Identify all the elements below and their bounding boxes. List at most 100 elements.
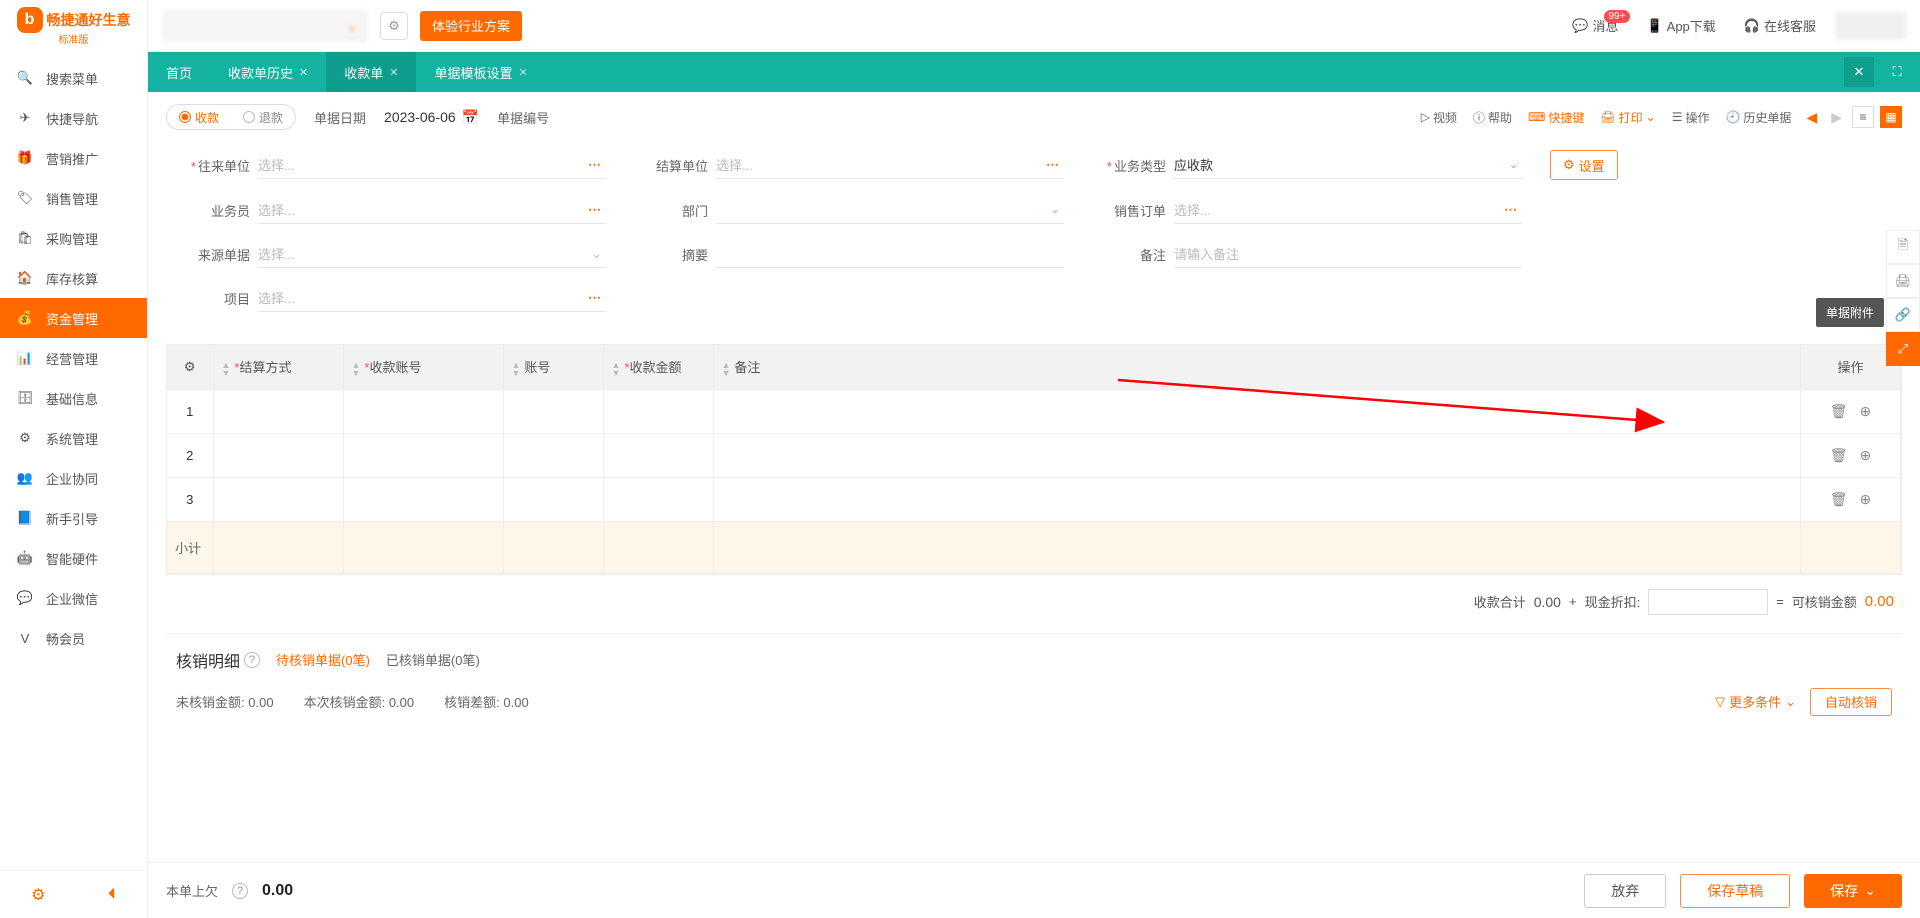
help-icon[interactable]: ? bbox=[244, 652, 260, 668]
gear-icon: ⚙ bbox=[16, 429, 34, 447]
chat-icon: 💬 bbox=[1572, 18, 1588, 34]
settings-icon[interactable]: ⚙ bbox=[31, 885, 45, 905]
operate-tool[interactable]: ☰操作 bbox=[1667, 109, 1715, 126]
wechat-icon: 💬 bbox=[16, 589, 34, 607]
tab-0[interactable]: 首页 bbox=[148, 52, 210, 92]
sidebar-item-wechat[interactable]: 💬企业微信 bbox=[0, 578, 147, 618]
rail-attachment-icon[interactable]: 🔗 bbox=[1886, 298, 1920, 332]
writeoff-tab-pending[interactable]: 待核销单据(0笔) bbox=[276, 650, 370, 669]
sidebar-item-search[interactable]: 🔍搜索菜单 bbox=[0, 58, 147, 98]
industry-cta-button[interactable]: 体验行业方案 bbox=[420, 11, 522, 41]
home-icon: 🏠 bbox=[16, 269, 34, 287]
history-tool[interactable]: 🕘历史单据 bbox=[1720, 109, 1796, 126]
org-selector[interactable]: ⌄ bbox=[162, 10, 368, 42]
sidebar-item-team[interactable]: 👥企业协同 bbox=[0, 458, 147, 498]
tab-2[interactable]: 收款单✕ bbox=[326, 52, 416, 92]
user-block[interactable] bbox=[1836, 12, 1906, 40]
col-remark[interactable]: ▲▼备注 bbox=[713, 345, 1801, 389]
department-select[interactable]: ⌄ bbox=[716, 196, 1064, 224]
field-salesman: 业务员 选择...⋯ bbox=[176, 196, 606, 224]
table-row[interactable]: 2🗑⊕ bbox=[167, 433, 1901, 477]
sidebar-item-label: 经营管理 bbox=[46, 349, 98, 368]
seg-refund[interactable]: 退款 bbox=[231, 105, 295, 129]
remark-input[interactable]: 请输入备注 bbox=[1174, 240, 1522, 268]
sidebar-item-chart[interactable]: 📊经营管理 bbox=[0, 338, 147, 378]
settings-button[interactable]: ⚙设置 bbox=[1550, 150, 1618, 180]
prev-doc-arrow[interactable]: ◀ bbox=[1802, 109, 1821, 126]
list-icon: ☰ bbox=[1672, 110, 1683, 124]
sidebar-item-nav[interactable]: ✈快捷导航 bbox=[0, 98, 147, 138]
hotkey-tool[interactable]: ⌨快捷键 bbox=[1523, 109, 1589, 126]
more-conditions-link[interactable]: ▽更多条件⌄ bbox=[1715, 692, 1796, 711]
partner-input[interactable]: 选择...⋯ bbox=[258, 151, 606, 179]
help-tool[interactable]: ⓘ帮助 bbox=[1468, 109, 1517, 126]
delete-icon[interactable]: 🗑 bbox=[1830, 447, 1848, 464]
table-row[interactable]: 3🗑⊕ bbox=[167, 477, 1901, 521]
print-tool[interactable]: 🖨打印⌄ bbox=[1595, 109, 1660, 126]
settle-unit-input[interactable]: 选择...⋯ bbox=[716, 151, 1064, 179]
play-icon: ▷ bbox=[1421, 110, 1430, 124]
sidebar-item-db[interactable]: 🗄基础信息 bbox=[0, 378, 147, 418]
view-mode-detail[interactable]: ▦ bbox=[1880, 106, 1902, 128]
biz-type-select[interactable]: 应收款⌄ bbox=[1174, 151, 1522, 179]
col-account-no[interactable]: ▲▼账号 bbox=[503, 345, 603, 389]
salesman-input[interactable]: 选择...⋯ bbox=[258, 196, 606, 224]
rail-draft-icon[interactable]: 🗎 bbox=[1886, 230, 1920, 264]
add-row-icon[interactable]: ⊕ bbox=[1860, 403, 1872, 420]
source-doc-select[interactable]: 选择...⌄ bbox=[258, 240, 606, 268]
seg-receive[interactable]: 收款 bbox=[167, 105, 231, 129]
discard-button[interactable]: 放弃 bbox=[1584, 874, 1666, 908]
table-row[interactable]: 1🗑⊕ bbox=[167, 389, 1901, 433]
close-tab-button[interactable]: ✕ bbox=[1844, 57, 1874, 87]
help-icon[interactable]: ? bbox=[232, 883, 248, 899]
col-amount[interactable]: ▲▼*收款金额 bbox=[603, 345, 713, 389]
org-settings-icon[interactable]: ⚙ bbox=[380, 12, 408, 40]
next-doc-arrow[interactable]: ▶ bbox=[1827, 109, 1846, 126]
rail-expand-icon[interactable]: ⤢ bbox=[1886, 332, 1920, 366]
sidebar-item-vip[interactable]: V畅会员 bbox=[0, 618, 147, 658]
view-mode-list[interactable]: ≡ bbox=[1852, 106, 1874, 128]
fullscreen-button[interactable]: ⛶ bbox=[1882, 57, 1912, 87]
rail-print-icon[interactable]: 🖨 bbox=[1886, 264, 1920, 298]
app-download-link[interactable]: 📱 App下载 bbox=[1638, 16, 1723, 35]
project-input[interactable]: 选择...⋯ bbox=[258, 284, 606, 312]
add-row-icon[interactable]: ⊕ bbox=[1860, 491, 1872, 508]
sidebar-item-gift[interactable]: 🎁营销推广 bbox=[0, 138, 147, 178]
sidebar-item-wallet[interactable]: 💰资金管理 bbox=[0, 298, 147, 338]
col-account[interactable]: ▲▼*收款账号 bbox=[343, 345, 503, 389]
tab-1[interactable]: 收款单历史✕ bbox=[210, 52, 326, 92]
close-icon[interactable]: ✕ bbox=[389, 66, 398, 79]
sidebar-item-robot[interactable]: 🤖智能硬件 bbox=[0, 538, 147, 578]
save-draft-button[interactable]: 保存草稿 bbox=[1680, 874, 1790, 908]
delete-icon[interactable]: 🗑 bbox=[1830, 403, 1848, 420]
auto-writeoff-button[interactable]: 自动核销 bbox=[1810, 688, 1892, 716]
collapse-icon[interactable]: ⏴ bbox=[108, 886, 116, 904]
sidebar-item-gear[interactable]: ⚙系统管理 bbox=[0, 418, 147, 458]
sidebar-item-label: 搜索菜单 bbox=[46, 69, 98, 88]
chevron-down-icon: ⌄ bbox=[1646, 110, 1656, 124]
delete-icon[interactable]: 🗑 bbox=[1830, 491, 1848, 508]
footer: 本单上欠 ? 0.00 放弃 保存草稿 保存⌄ bbox=[148, 862, 1920, 918]
doc-date-value[interactable]: 2023-06-06 📅 bbox=[384, 109, 479, 126]
tab-3[interactable]: 单据模板设置✕ bbox=[416, 52, 545, 92]
add-row-icon[interactable]: ⊕ bbox=[1860, 447, 1872, 464]
discount-input[interactable] bbox=[1648, 589, 1768, 615]
close-icon[interactable]: ✕ bbox=[519, 66, 528, 79]
summary-input[interactable] bbox=[716, 240, 1064, 268]
writeoff-tab-done[interactable]: 已核销单据(0笔) bbox=[386, 650, 480, 669]
col-settle-method[interactable]: ▲▼*结算方式 bbox=[213, 345, 343, 389]
sidebar-item-label: 销售管理 bbox=[46, 189, 98, 208]
sidebar-item-home[interactable]: 🏠库存核算 bbox=[0, 258, 147, 298]
sidebar-item-tag[interactable]: 🏷销售管理 bbox=[0, 178, 147, 218]
logo-subtitle: 标准版 bbox=[59, 31, 89, 46]
save-button[interactable]: 保存⌄ bbox=[1804, 874, 1902, 908]
sidebar-item-bag[interactable]: 🛍采购管理 bbox=[0, 218, 147, 258]
close-icon[interactable]: ✕ bbox=[299, 66, 308, 79]
sidebar: b 畅捷通好生意 标准版 🔍搜索菜单✈快捷导航🎁营销推广🏷销售管理🛍采购管理🏠库… bbox=[0, 0, 148, 918]
messages-link[interactable]: 💬 消息 99+ bbox=[1564, 16, 1626, 35]
sales-order-input[interactable]: 选择...⋯ bbox=[1174, 196, 1522, 224]
grid-settings-col[interactable]: ⚙ bbox=[167, 345, 213, 389]
video-tool[interactable]: ▷视频 bbox=[1416, 109, 1462, 126]
online-service-link[interactable]: 🎧 在线客服 bbox=[1736, 16, 1824, 35]
sidebar-item-book[interactable]: 📘新手引导 bbox=[0, 498, 147, 538]
